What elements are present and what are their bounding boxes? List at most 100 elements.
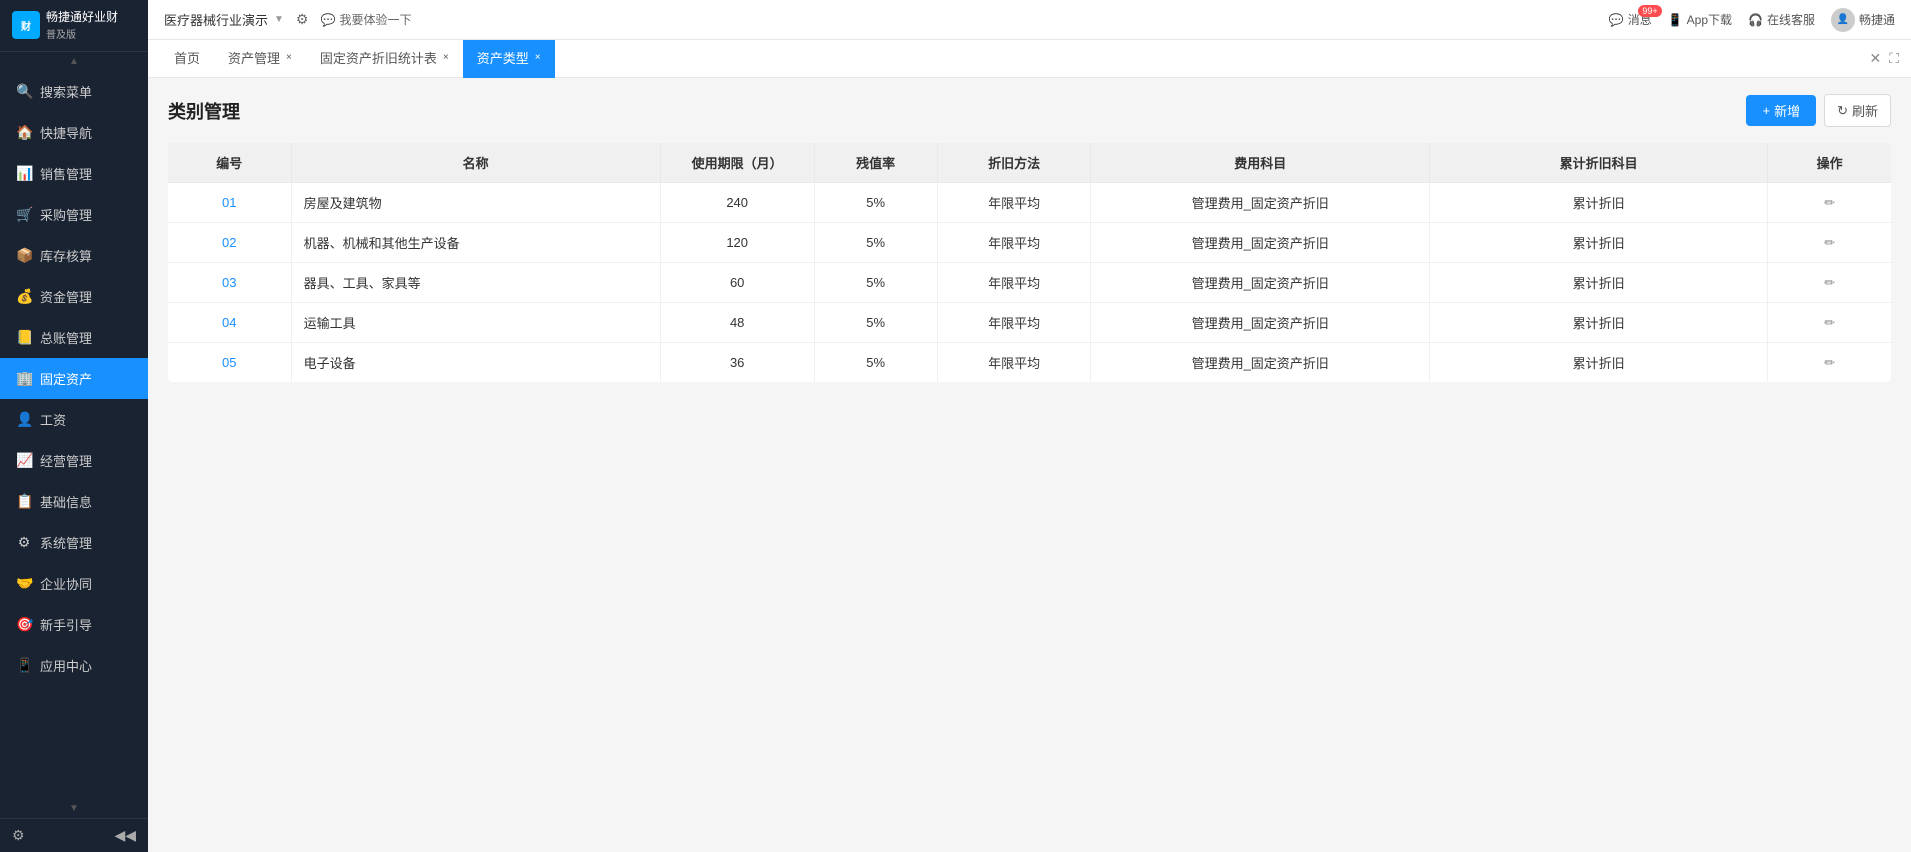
edit-icon[interactable]: ✏ bbox=[1824, 355, 1835, 370]
user-profile-button[interactable]: 👤 畅捷通 bbox=[1831, 8, 1895, 32]
cell-fee: 管理费用_固定资产折旧 bbox=[1091, 303, 1429, 343]
tab-depreciation[interactable]: 固定资产折旧统计表 × bbox=[306, 40, 463, 78]
tab-home[interactable]: 首页 bbox=[160, 40, 214, 78]
sidebar: 财 畅捷通好业财 普及版 ▲ 🔍 搜索菜单 🏠 快捷导航 📊 销售管理 🛒 采购… bbox=[0, 0, 148, 852]
tab-assets-close[interactable]: × bbox=[286, 52, 292, 63]
sidebar-item-ledger[interactable]: 📒 总账管理 bbox=[0, 317, 148, 358]
online-service-button[interactable]: 🎧 在线客服 bbox=[1748, 11, 1815, 28]
page-content: 类别管理 + 新增 ↻ 刷新 编号 名称 使用期限（月） bbox=[148, 78, 1911, 852]
new-button[interactable]: + 新增 bbox=[1746, 95, 1816, 126]
inventory-icon: 📦 bbox=[16, 247, 32, 264]
col-header-method: 折旧方法 bbox=[937, 143, 1091, 183]
table-row: 01 房屋及建筑物 240 5% 年限平均 管理费用_固定资产折旧 累计折旧 ✏ bbox=[168, 183, 1891, 223]
refresh-icon: ↻ bbox=[1837, 103, 1848, 119]
page-actions: + 新增 ↻ 刷新 bbox=[1746, 94, 1891, 127]
cell-fee: 管理费用_固定资产折旧 bbox=[1091, 343, 1429, 383]
app-version: 普及版 bbox=[46, 26, 118, 41]
sidebar-nav: 🔍 搜索菜单 🏠 快捷导航 📊 销售管理 🛒 采购管理 📦 库存核算 💰 资金管… bbox=[0, 71, 148, 799]
message-button[interactable]: 💬 消息 99+ bbox=[1609, 11, 1652, 28]
cell-residual: 5% bbox=[814, 263, 937, 303]
edit-icon[interactable]: ✏ bbox=[1824, 315, 1835, 330]
cell-period: 240 bbox=[660, 183, 814, 223]
page-title: 类别管理 bbox=[168, 98, 240, 124]
sidebar-item-inventory[interactable]: 📦 库存核算 bbox=[0, 235, 148, 276]
tabs-bar: 首页 资产管理 × 固定资产折旧统计表 × 资产类型 × ✕ ⛶ bbox=[148, 40, 1911, 78]
sidebar-item-label: 搜索菜单 bbox=[40, 82, 92, 101]
plus-icon: + bbox=[1762, 103, 1770, 118]
cell-residual: 5% bbox=[814, 303, 937, 343]
sidebar-item-sales[interactable]: 📊 销售管理 bbox=[0, 153, 148, 194]
sidebar-item-quicknav[interactable]: 🏠 快捷导航 bbox=[0, 112, 148, 153]
cell-residual: 5% bbox=[814, 183, 937, 223]
col-header-period: 使用期限（月） bbox=[660, 143, 814, 183]
settings-icon[interactable]: ⚙ bbox=[12, 827, 25, 844]
home-icon: 🏠 bbox=[16, 124, 32, 141]
username-label: 畅捷通 bbox=[1859, 11, 1895, 28]
tab-assettype-label: 资产类型 bbox=[477, 48, 529, 67]
sidebar-item-search[interactable]: 🔍 搜索菜单 bbox=[0, 71, 148, 112]
collapse-icon[interactable]: ◀◀ bbox=[114, 827, 136, 844]
col-header-residual: 残值率 bbox=[814, 143, 937, 183]
cell-op: ✏ bbox=[1768, 303, 1891, 343]
cell-fee: 管理费用_固定资产折旧 bbox=[1091, 223, 1429, 263]
sidebar-item-guide[interactable]: 🎯 新手引导 bbox=[0, 604, 148, 645]
feedback-button[interactable]: 💬 我要体验一下 bbox=[320, 11, 411, 28]
app-download-button[interactable]: 📱 App下载 bbox=[1668, 11, 1732, 28]
cell-id[interactable]: 04 bbox=[168, 303, 291, 343]
basic-icon: 📋 bbox=[16, 493, 32, 510]
sidebar-item-label: 总账管理 bbox=[40, 328, 92, 347]
fixedassets-icon: 🏢 bbox=[16, 370, 32, 387]
company-selector[interactable]: 医疗器械行业演示 ▼ bbox=[164, 10, 284, 29]
sidebar-item-purchase[interactable]: 🛒 采购管理 bbox=[0, 194, 148, 235]
refresh-button[interactable]: ↻ 刷新 bbox=[1824, 94, 1891, 127]
tab-assets[interactable]: 资产管理 × bbox=[214, 40, 306, 78]
cell-accum: 累计折旧 bbox=[1429, 343, 1767, 383]
cell-fee: 管理费用_固定资产折旧 bbox=[1091, 263, 1429, 303]
data-table: 编号 名称 使用期限（月） 残值率 折旧方法 费用科目 累计折旧科目 操作 01… bbox=[168, 143, 1891, 382]
top-header: 医疗器械行业演示 ▼ ⚙ 💬 我要体验一下 💬 消息 99+ 📱 App下载 🎧… bbox=[148, 0, 1911, 40]
cell-id[interactable]: 05 bbox=[168, 343, 291, 383]
cell-accum: 累计折旧 bbox=[1429, 183, 1767, 223]
tab-assettype-close[interactable]: × bbox=[535, 52, 541, 63]
table-row: 02 机器、机械和其他生产设备 120 5% 年限平均 管理费用_固定资产折旧 … bbox=[168, 223, 1891, 263]
avatar: 👤 bbox=[1831, 8, 1855, 32]
cell-method: 年限平均 bbox=[937, 183, 1091, 223]
col-header-op: 操作 bbox=[1768, 143, 1891, 183]
app-label: App下载 bbox=[1687, 11, 1732, 28]
cell-op: ✏ bbox=[1768, 183, 1891, 223]
sidebar-item-system[interactable]: ⚙ 系统管理 bbox=[0, 522, 148, 563]
tab-home-label: 首页 bbox=[174, 48, 200, 67]
col-header-name: 名称 bbox=[291, 143, 660, 183]
sidebar-item-fixedassets[interactable]: 🏢 固定资产 bbox=[0, 358, 148, 399]
cell-id[interactable]: 03 bbox=[168, 263, 291, 303]
refresh-label: 刷新 bbox=[1852, 101, 1878, 120]
sidebar-item-label: 系统管理 bbox=[40, 533, 92, 552]
enterprise-icon: 🤝 bbox=[16, 575, 32, 592]
tab-depreciation-close[interactable]: × bbox=[443, 52, 449, 63]
message-badge: 99+ bbox=[1638, 5, 1661, 17]
sidebar-item-management[interactable]: 📈 经营管理 bbox=[0, 440, 148, 481]
edit-icon[interactable]: ✏ bbox=[1824, 275, 1835, 290]
ledger-icon: 📒 bbox=[16, 329, 32, 346]
tab-close-icon[interactable]: ✕ bbox=[1869, 50, 1881, 67]
cell-method: 年限平均 bbox=[937, 303, 1091, 343]
tab-expand-icon[interactable]: ⛶ bbox=[1889, 50, 1899, 67]
cell-residual: 5% bbox=[814, 223, 937, 263]
sidebar-item-apps[interactable]: 📱 应用中心 bbox=[0, 645, 148, 686]
logo-text: 畅捷通好业财 普及版 bbox=[46, 10, 118, 41]
settings-gear-icon[interactable]: ⚙ bbox=[296, 11, 309, 28]
col-header-num: 编号 bbox=[168, 143, 291, 183]
cell-id[interactable]: 01 bbox=[168, 183, 291, 223]
edit-icon[interactable]: ✏ bbox=[1824, 235, 1835, 250]
sidebar-item-salary[interactable]: 👤 工资 bbox=[0, 399, 148, 440]
sidebar-item-funds[interactable]: 💰 资金管理 bbox=[0, 276, 148, 317]
edit-icon[interactable]: ✏ bbox=[1824, 195, 1835, 210]
cell-id[interactable]: 02 bbox=[168, 223, 291, 263]
tab-assettype[interactable]: 资产类型 × bbox=[463, 40, 555, 78]
cell-method: 年限平均 bbox=[937, 223, 1091, 263]
sales-icon: 📊 bbox=[16, 165, 32, 182]
sidebar-item-basic[interactable]: 📋 基础信息 bbox=[0, 481, 148, 522]
sidebar-logo: 财 畅捷通好业财 普及版 bbox=[0, 0, 148, 52]
sidebar-item-enterprise[interactable]: 🤝 企业协同 bbox=[0, 563, 148, 604]
cell-op: ✏ bbox=[1768, 223, 1891, 263]
